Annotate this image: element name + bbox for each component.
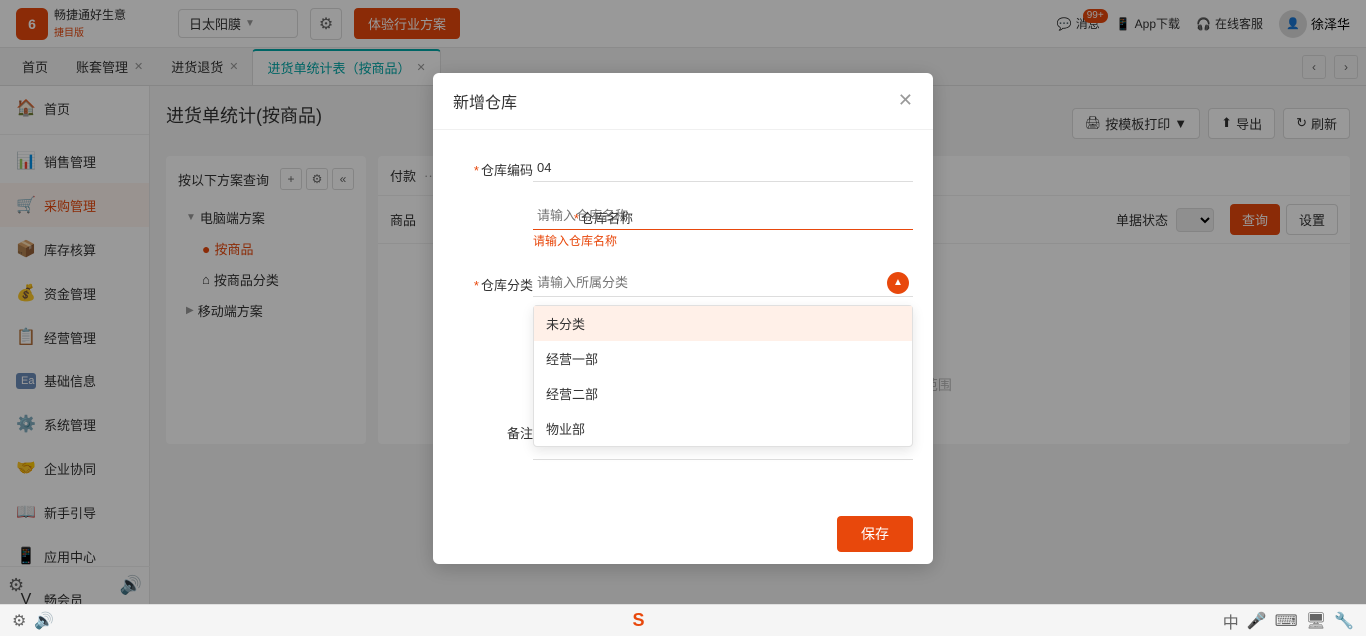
code-label: 仓库编码: [453, 154, 533, 179]
tool-icon[interactable]: 🔧: [1334, 611, 1354, 631]
dialog-footer: 保存: [433, 504, 933, 564]
dialog-body: 仓库编码 仓库名称 请输入仓库名称 仓库分类 ▲ 未分类: [433, 130, 933, 504]
code-input[interactable]: [533, 154, 913, 182]
dialog-overlay: 新增仓库 ✕ 仓库编码 仓库名称 请输入仓库名称 仓库分类: [0, 0, 1366, 636]
new-warehouse-dialog: 新增仓库 ✕ 仓库编码 仓库名称 请输入仓库名称 仓库分类: [433, 73, 933, 564]
category-select-wrapper: ▲ 未分类 经营一部 经营二部 物业部: [533, 269, 913, 297]
dropdown-item-ops1[interactable]: 经营一部: [534, 341, 912, 376]
bottom-left-icons: ⚙ 🔊: [12, 611, 54, 631]
dropdown-item-property[interactable]: 物业部: [534, 411, 912, 446]
category-dropdown: 未分类 经营一部 经营二部 物业部: [533, 305, 913, 447]
dialog-title: 新增仓库: [453, 89, 517, 113]
category-toggle-icon[interactable]: ▲: [887, 272, 909, 294]
keyboard-icon[interactable]: ⌨: [1275, 611, 1298, 631]
bottom-right-icons: 中 🎤 ⌨ 🖥 🔧: [1223, 609, 1354, 633]
warehouse-code-row: 仓库编码: [453, 154, 913, 182]
name-error-msg: 请输入仓库名称: [533, 232, 617, 249]
category-input[interactable]: [533, 269, 913, 297]
chinese-input-icon[interactable]: 中: [1223, 609, 1239, 633]
dialog-close-icon[interactable]: ✕: [898, 90, 913, 111]
brand-logo: S: [632, 610, 644, 631]
audio-bottom-icon[interactable]: 🔊: [34, 611, 54, 631]
warehouse-category-row: 仓库分类 ▲ 未分类 经营一部 经营二部 物业部: [453, 269, 913, 297]
settings-bottom-icon[interactable]: ⚙: [12, 611, 26, 631]
monitor-icon[interactable]: 🖥: [1306, 611, 1326, 631]
bottom-bar: ⚙ 🔊 S 中 🎤 ⌨ 🖥 🔧: [0, 604, 1366, 636]
mic-icon[interactable]: 🎤: [1247, 611, 1267, 631]
dropdown-item-ops2[interactable]: 经营二部: [534, 376, 912, 411]
name-label: 仓库名称: [553, 202, 633, 227]
notes-label: 备注: [453, 417, 533, 442]
save-button[interactable]: 保存: [837, 516, 913, 552]
dropdown-item-unclassified[interactable]: 未分类: [534, 306, 912, 341]
warehouse-name-row: 仓库名称 请输入仓库名称: [533, 202, 913, 249]
dialog-header: 新增仓库 ✕: [433, 73, 933, 130]
brand-s-icon: S: [632, 610, 644, 631]
category-label: 仓库分类: [453, 269, 533, 294]
